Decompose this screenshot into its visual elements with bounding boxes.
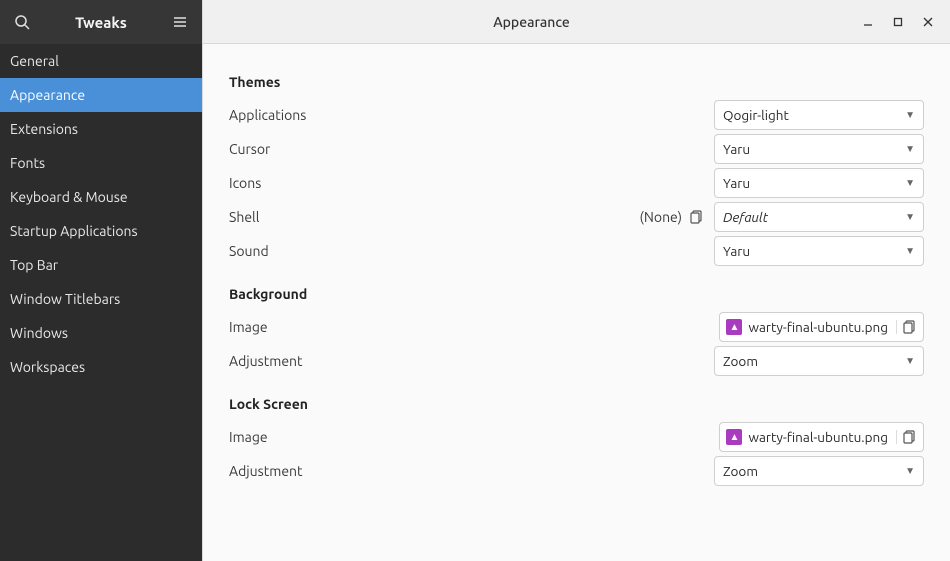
label-shell: Shell (229, 203, 639, 231)
chevron-down-icon: ▼ (905, 245, 915, 257)
window-controls (856, 10, 946, 34)
file-name: warty-final-ubuntu.png (748, 319, 888, 335)
sidebar-item-extensions[interactable]: Extensions (0, 112, 202, 146)
titlebar: Appearance (203, 0, 950, 44)
sidebar-item-appearance[interactable]: Appearance (0, 78, 202, 112)
label-icons: Icons (229, 169, 714, 197)
row-shell: Shell (None) Default ▼ (229, 200, 924, 234)
label-applications: Applications (229, 101, 714, 129)
row-icons: Icons Yaru ▼ (229, 166, 924, 200)
dropdown-value: Zoom (723, 353, 905, 369)
chevron-down-icon: ▼ (905, 143, 915, 155)
dropdown-value: Yaru (723, 175, 905, 191)
sidebar-item-windows[interactable]: Windows (0, 316, 202, 350)
dropdown-applications[interactable]: Qogir-light ▼ (714, 100, 924, 130)
themes-header: Themes (229, 74, 924, 90)
image-thumb-icon: ▲ (726, 319, 742, 335)
sidebar-title: Tweaks (48, 14, 154, 31)
maximize-button[interactable] (886, 10, 910, 34)
dropdown-value: Yaru (723, 141, 905, 157)
chevron-down-icon: ▼ (905, 465, 915, 477)
dropdown-sound[interactable]: Yaru ▼ (714, 236, 924, 266)
dropdown-bg-adjustment[interactable]: Zoom ▼ (714, 346, 924, 376)
label-sound: Sound (229, 237, 714, 265)
row-ls-adjustment: Adjustment Zoom ▼ (229, 454, 924, 488)
dropdown-value: Qogir-light (723, 107, 905, 123)
sidebar-list: GeneralAppearanceExtensionsFontsKeyboard… (0, 44, 202, 384)
copy-icon (896, 430, 917, 444)
close-button[interactable] (916, 10, 940, 34)
label-cursor: Cursor (229, 135, 714, 163)
label-bg-image: Image (229, 313, 719, 341)
sidebar-item-workspaces[interactable]: Workspaces (0, 350, 202, 384)
dropdown-value: Zoom (723, 463, 905, 479)
sidebar-item-fonts[interactable]: Fonts (0, 146, 202, 180)
sidebar-header: Tweaks (0, 0, 202, 44)
sidebar-item-general[interactable]: General (0, 44, 202, 78)
sidebar: Tweaks GeneralAppearanceExtensionsFontsK… (0, 0, 202, 561)
chevron-down-icon: ▼ (905, 109, 915, 121)
row-bg-adjustment: Adjustment Zoom ▼ (229, 344, 924, 378)
dropdown-cursor[interactable]: Yaru ▼ (714, 134, 924, 164)
file-name: warty-final-ubuntu.png (748, 429, 888, 445)
copy-icon (896, 320, 917, 334)
sidebar-item-top-bar[interactable]: Top Bar (0, 248, 202, 282)
dropdown-value: Default (723, 209, 905, 225)
sidebar-item-startup-applications[interactable]: Startup Applications (0, 214, 202, 248)
label-bg-adjustment: Adjustment (229, 347, 714, 375)
chevron-down-icon: ▼ (905, 355, 915, 367)
row-bg-image: Image ▲ warty-final-ubuntu.png (229, 310, 924, 344)
chevron-down-icon: ▼ (905, 177, 915, 189)
label-ls-adjustment: Adjustment (229, 457, 714, 485)
dropdown-icons[interactable]: Yaru ▼ (714, 168, 924, 198)
file-chooser-ls-image[interactable]: ▲ warty-final-ubuntu.png (719, 422, 924, 452)
sidebar-item-window-titlebars[interactable]: Window Titlebars (0, 282, 202, 316)
label-ls-image: Image (229, 423, 719, 451)
minimize-button[interactable] (856, 10, 880, 34)
hamburger-menu-icon[interactable] (166, 8, 194, 36)
row-cursor: Cursor Yaru ▼ (229, 132, 924, 166)
dropdown-value: Yaru (723, 243, 905, 259)
shell-none-label: (None) (639, 209, 682, 225)
search-icon[interactable] (8, 8, 36, 36)
background-header: Background (229, 286, 924, 302)
copy-icon[interactable] (688, 208, 706, 226)
row-applications: Applications Qogir-light ▼ (229, 98, 924, 132)
row-ls-image: Image ▲ warty-final-ubuntu.png (229, 420, 924, 454)
dropdown-shell[interactable]: Default ▼ (714, 202, 924, 232)
main-panel: Appearance Themes Applications Qogir-lig… (202, 0, 950, 561)
row-sound: Sound Yaru ▼ (229, 234, 924, 268)
file-chooser-bg-image[interactable]: ▲ warty-final-ubuntu.png (719, 312, 924, 342)
page-title: Appearance (207, 14, 856, 30)
chevron-down-icon: ▼ (905, 211, 915, 223)
lockscreen-header: Lock Screen (229, 396, 924, 412)
dropdown-ls-adjustment[interactable]: Zoom ▼ (714, 456, 924, 486)
sidebar-item-keyboard-mouse[interactable]: Keyboard & Mouse (0, 180, 202, 214)
image-thumb-icon: ▲ (726, 429, 742, 445)
content-area: Themes Applications Qogir-light ▼ Cursor… (203, 44, 950, 561)
